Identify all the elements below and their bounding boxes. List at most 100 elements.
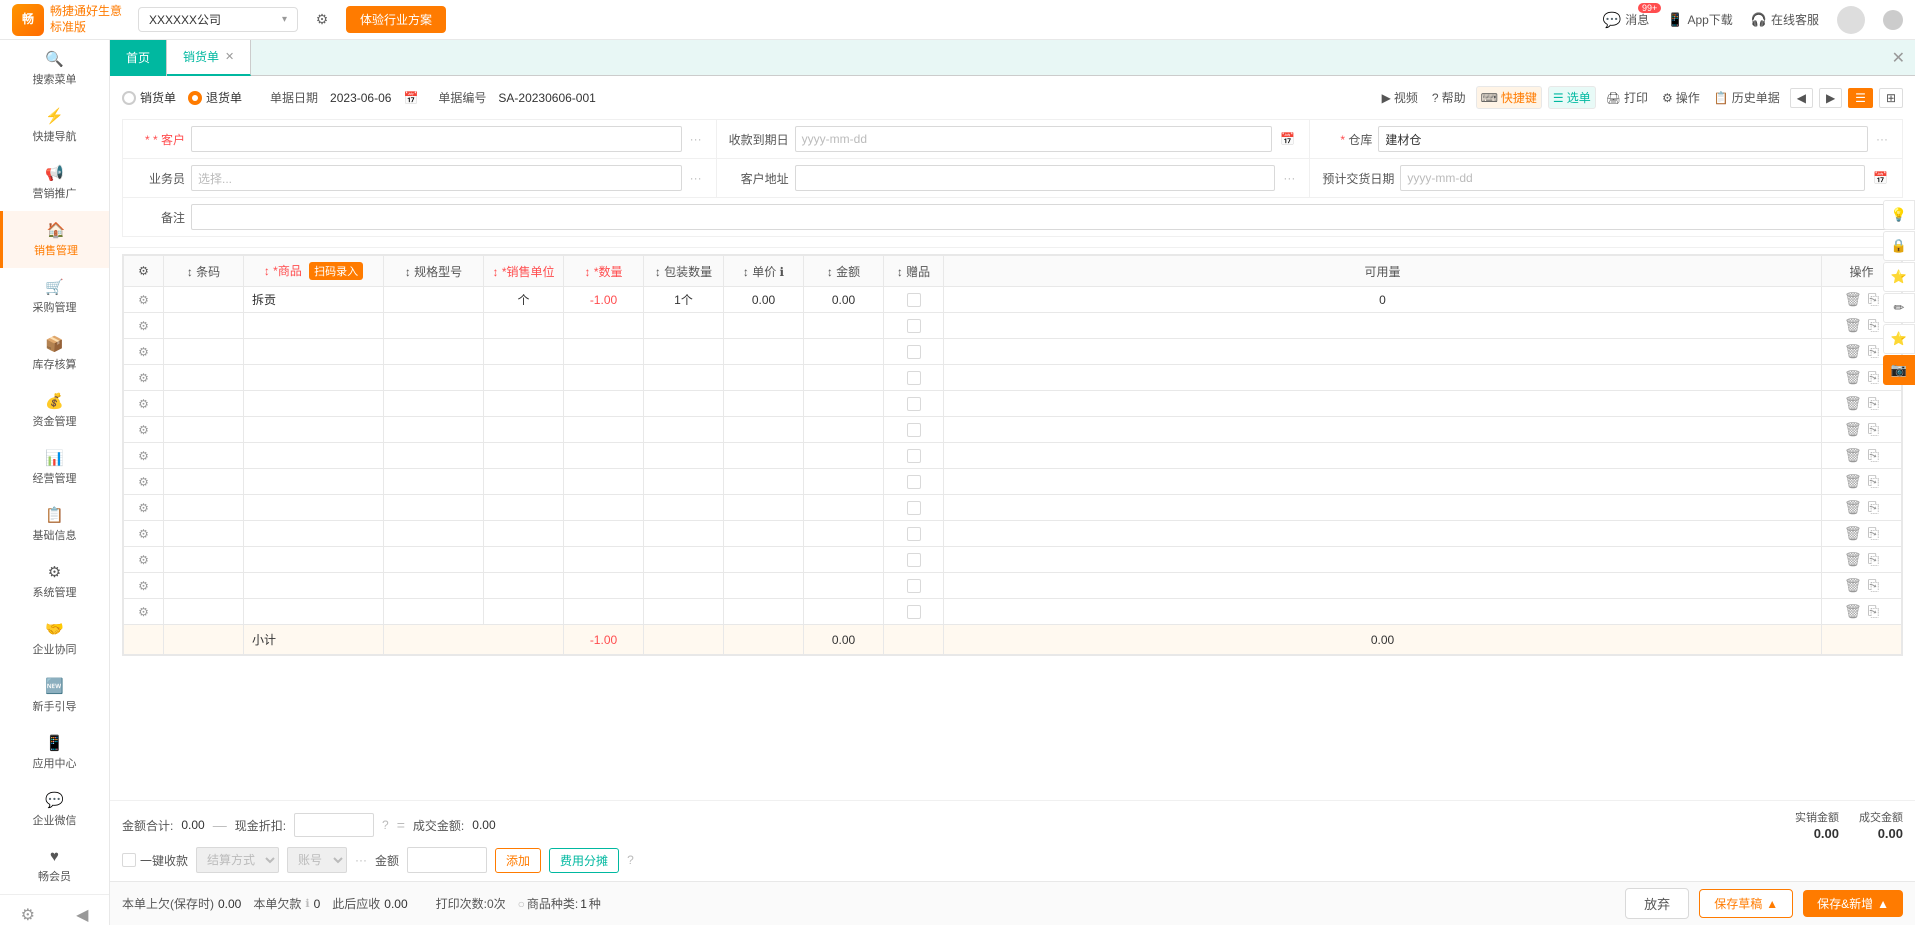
- sidebar-item-finance[interactable]: 💰 资金管理: [0, 382, 109, 439]
- row-barcode[interactable]: [164, 521, 244, 547]
- row-spec[interactable]: [384, 573, 484, 599]
- copy-icon[interactable]: ⎘: [1868, 499, 1879, 516]
- sidebar-item-search[interactable]: 🔍 搜索菜单: [0, 40, 109, 97]
- history-btn[interactable]: 📋 历史单据: [1710, 87, 1784, 108]
- row-product[interactable]: [244, 365, 384, 391]
- settings-icon-btn[interactable]: ⚙: [308, 6, 336, 34]
- delete-icon[interactable]: 🗑: [1844, 603, 1862, 620]
- row-quantity[interactable]: [564, 313, 644, 339]
- row-amount[interactable]: [804, 599, 884, 625]
- row-quantity[interactable]: [564, 573, 644, 599]
- row-amount[interactable]: [804, 573, 884, 599]
- row-gift[interactable]: [884, 469, 944, 495]
- row-spec[interactable]: [384, 469, 484, 495]
- row-quantity[interactable]: [564, 391, 644, 417]
- row-product[interactable]: [244, 599, 384, 625]
- warehouse-dots-btn[interactable]: ···: [1874, 132, 1890, 146]
- payment-due-input[interactable]: yyyy-mm-dd: [795, 126, 1273, 152]
- row-unit-price[interactable]: [724, 599, 804, 625]
- online-service-btn[interactable]: 🎧 在线客服: [1751, 11, 1819, 28]
- row-spec[interactable]: [384, 365, 484, 391]
- row-unit-price[interactable]: [724, 365, 804, 391]
- copy-icon[interactable]: ⎘: [1868, 525, 1879, 542]
- row-unit-price[interactable]: [724, 417, 804, 443]
- row-amount[interactable]: [804, 365, 884, 391]
- tab-sales-order[interactable]: 销货单 ✕: [167, 40, 251, 76]
- add-btn[interactable]: 添加: [495, 848, 541, 873]
- list-view-btn[interactable]: ☰: [1848, 88, 1873, 108]
- row-gift[interactable]: [884, 339, 944, 365]
- row-amount[interactable]: [804, 313, 884, 339]
- customer-address-input[interactable]: [795, 165, 1276, 191]
- row-package-qty[interactable]: [644, 521, 724, 547]
- row-barcode[interactable]: [164, 495, 244, 521]
- sidebar-item-sales[interactable]: 🏠 销售管理: [0, 211, 109, 268]
- copy-icon[interactable]: ⎘: [1868, 421, 1879, 438]
- row-quantity[interactable]: [564, 443, 644, 469]
- row-unit[interactable]: [484, 573, 564, 599]
- row-spec[interactable]: [384, 547, 484, 573]
- row-product[interactable]: [244, 339, 384, 365]
- salesperson-dots-btn[interactable]: ···: [688, 171, 704, 185]
- row-gift[interactable]: [884, 391, 944, 417]
- row-gift[interactable]: [884, 443, 944, 469]
- row-spec[interactable]: [384, 339, 484, 365]
- row-settings-cell[interactable]: ⚙: [124, 313, 164, 339]
- expected-delivery-cal-btn[interactable]: 📅: [1871, 171, 1890, 185]
- row-amount[interactable]: [804, 547, 884, 573]
- copy-icon[interactable]: ⎘: [1868, 577, 1879, 594]
- amount-input-footer[interactable]: [407, 847, 487, 873]
- row-quantity[interactable]: [564, 339, 644, 365]
- copy-icon[interactable]: ⎘: [1868, 317, 1879, 334]
- row-package-qty[interactable]: [644, 391, 724, 417]
- row-unit-price[interactable]: [724, 469, 804, 495]
- delete-icon[interactable]: 🗑: [1844, 499, 1862, 516]
- settlement-method-select[interactable]: 结算方式: [196, 847, 279, 873]
- row-barcode[interactable]: [164, 417, 244, 443]
- try-btn[interactable]: 体验行业方案: [346, 6, 446, 33]
- row-settings-cell[interactable]: ⚙: [124, 469, 164, 495]
- row-unit[interactable]: [484, 599, 564, 625]
- row-package-qty[interactable]: [644, 417, 724, 443]
- help-circle-icon[interactable]: ?: [382, 818, 389, 832]
- sidebar-item-wechat[interactable]: 💬 企业微信: [0, 781, 109, 838]
- sidebar-item-member[interactable]: ♥ 畅会员: [0, 838, 109, 894]
- copy-icon[interactable]: ⎘: [1868, 551, 1879, 568]
- row-unit[interactable]: [484, 469, 564, 495]
- row-amount[interactable]: [804, 521, 884, 547]
- row-unit[interactable]: [484, 313, 564, 339]
- row-gift[interactable]: [884, 287, 944, 313]
- customer-dots-btn[interactable]: ···: [688, 132, 704, 146]
- row-quantity[interactable]: [564, 495, 644, 521]
- copy-icon[interactable]: ⎘: [1868, 291, 1879, 308]
- row-spec[interactable]: [384, 443, 484, 469]
- row-barcode[interactable]: [164, 469, 244, 495]
- row-spec[interactable]: [384, 495, 484, 521]
- row-package-qty[interactable]: [644, 495, 724, 521]
- row-product[interactable]: [244, 469, 384, 495]
- radio-sales[interactable]: 销货单: [122, 89, 176, 106]
- sidebar-collapse-btn[interactable]: ◀: [72, 901, 92, 925]
- row-gift[interactable]: [884, 573, 944, 599]
- tab-home[interactable]: 首页: [110, 40, 167, 76]
- select-btn[interactable]: ☰ 选单: [1548, 86, 1596, 109]
- row-unit-price[interactable]: [724, 573, 804, 599]
- info-icon-balance[interactable]: ℹ: [305, 897, 309, 910]
- sidebar-item-inventory[interactable]: 📦 库存核算: [0, 325, 109, 382]
- row-unit[interactable]: 个: [484, 287, 564, 313]
- avatar[interactable]: [1837, 6, 1865, 34]
- row-amount[interactable]: [804, 339, 884, 365]
- row-gift[interactable]: [884, 313, 944, 339]
- copy-icon[interactable]: ⎘: [1868, 395, 1879, 412]
- row-amount[interactable]: [804, 495, 884, 521]
- sidebar-item-marketing[interactable]: 📢 营销推广: [0, 154, 109, 211]
- row-product[interactable]: [244, 443, 384, 469]
- delete-icon[interactable]: 🗑: [1844, 577, 1862, 594]
- row-unit[interactable]: [484, 391, 564, 417]
- row-quantity[interactable]: -1.00: [564, 287, 644, 313]
- row-amount[interactable]: [804, 391, 884, 417]
- row-amount[interactable]: 0.00: [804, 287, 884, 313]
- delete-icon[interactable]: 🗑: [1844, 369, 1862, 386]
- row-barcode[interactable]: [164, 573, 244, 599]
- abandon-btn[interactable]: 放弃: [1625, 888, 1689, 919]
